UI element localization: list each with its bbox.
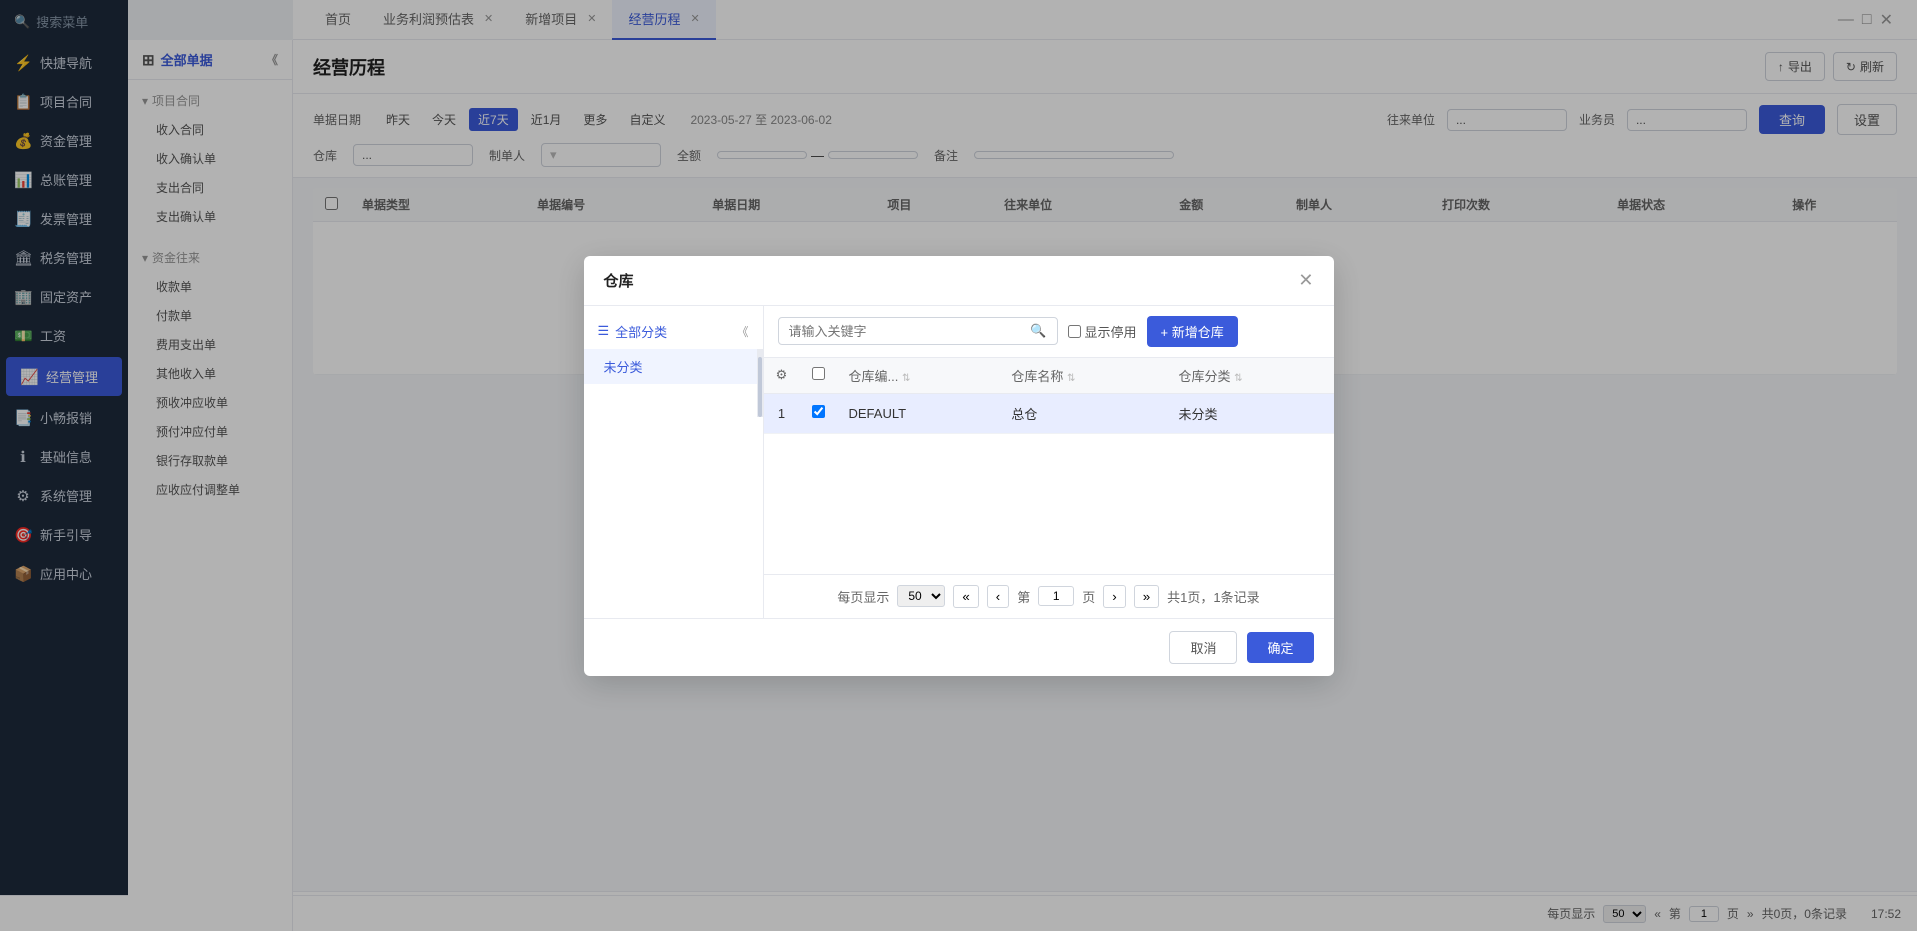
left-item-unclassified[interactable]: 未分类 (584, 349, 757, 384)
warehouse-table-header: ⚙ 仓库编... ⇅ 仓库名称 (764, 358, 1334, 394)
show-disabled-checkbox[interactable] (1068, 325, 1081, 338)
modal-pagination: 每页显示 50 20 « ‹ 第 页 › » 共1页，1条记录 (764, 574, 1334, 618)
row-category: 未分类 (1166, 393, 1333, 433)
modal-header: 仓库 ✕ (584, 256, 1334, 306)
col-warehouse-code[interactable]: 仓库编... ⇅ (837, 358, 1000, 394)
modal-left-all[interactable]: ☰ 全部分类 《 (584, 314, 763, 349)
modal-title: 仓库 (604, 270, 634, 291)
modal-search-box[interactable]: 🔍 (778, 317, 1058, 345)
warehouse-table: ⚙ 仓库编... ⇅ 仓库名称 (764, 358, 1334, 434)
sort-icon-category: ⇅ (1234, 373, 1242, 384)
row-name: 总仓 (999, 393, 1166, 433)
modal-left-panel: ☰ 全部分类 《 未分类 (584, 306, 764, 618)
scroll-thumb (758, 357, 762, 417)
warehouse-row-1[interactable]: 1 DEFAULT 总仓 未分类 (764, 393, 1334, 433)
warehouse-select-all[interactable] (812, 367, 825, 380)
left-scrollbar[interactable] (757, 349, 763, 417)
modal-page-input[interactable] (1038, 586, 1074, 606)
modal-per-page-select[interactable]: 50 20 (897, 585, 945, 607)
row-checkbox-cell[interactable] (800, 393, 837, 433)
show-disabled-label[interactable]: 显示停用 (1068, 322, 1137, 341)
col-code-label: 仓库编... (849, 369, 899, 384)
settings-icon: ⚙ (776, 367, 788, 382)
all-categories-label: 全部分类 (615, 322, 667, 341)
modal-body: ☰ 全部分类 《 未分类 (584, 306, 1334, 618)
col-warehouse-category[interactable]: 仓库分类 ⇅ (1166, 358, 1333, 394)
left-categories-list: 未分类 (584, 349, 757, 417)
modal-right-panel: 🔍 显示停用 + 新增仓库 ⚙ (764, 306, 1334, 618)
modal-search-input[interactable] (789, 324, 1025, 339)
col-settings-icon[interactable]: ⚙ (764, 358, 800, 394)
col-category-label: 仓库分类 (1178, 369, 1230, 384)
add-warehouse-button[interactable]: + 新增仓库 (1147, 316, 1238, 347)
modal-last-btn[interactable]: » (1134, 585, 1159, 608)
modal-page-label: 第 (1017, 587, 1030, 606)
col-select (800, 358, 837, 394)
col-warehouse-name[interactable]: 仓库名称 ⇅ (999, 358, 1166, 394)
modal-page-suffix: 页 (1082, 587, 1095, 606)
modal-first-btn[interactable]: « (953, 585, 978, 608)
row-num: 1 (764, 393, 800, 433)
modal-search-icon: 🔍 (1030, 323, 1046, 339)
modal-table-wrapper: ⚙ 仓库编... ⇅ 仓库名称 (764, 358, 1334, 574)
modal-next-btn[interactable]: › (1103, 585, 1125, 608)
left-content: 未分类 (584, 349, 763, 417)
sort-icon-code: ⇅ (902, 373, 910, 384)
warehouse-modal: 仓库 ✕ ☰ 全部分类 《 未分类 (584, 256, 1334, 676)
col-name-label: 仓库名称 (1011, 369, 1063, 384)
modal-overlay: 仓库 ✕ ☰ 全部分类 《 未分类 (0, 0, 1917, 931)
modal-prev-btn[interactable]: ‹ (987, 585, 1009, 608)
modal-total: 共1页，1条记录 (1167, 587, 1259, 606)
modal-toolbar: 🔍 显示停用 + 新增仓库 (764, 306, 1334, 358)
hash-icon: ☰ (598, 323, 610, 339)
sort-icon-name: ⇅ (1067, 373, 1075, 384)
modal-close-button[interactable]: ✕ (1298, 270, 1313, 291)
modal-footer-actions: 取消 确定 (584, 618, 1334, 676)
modal-per-page-label: 每页显示 (837, 587, 889, 606)
row-code: DEFAULT (837, 393, 1000, 433)
cancel-button[interactable]: 取消 (1169, 631, 1237, 664)
left-collapse-icon[interactable]: 《 (736, 323, 748, 340)
row-1-checkbox[interactable] (812, 405, 825, 418)
confirm-button[interactable]: 确定 (1247, 632, 1313, 663)
